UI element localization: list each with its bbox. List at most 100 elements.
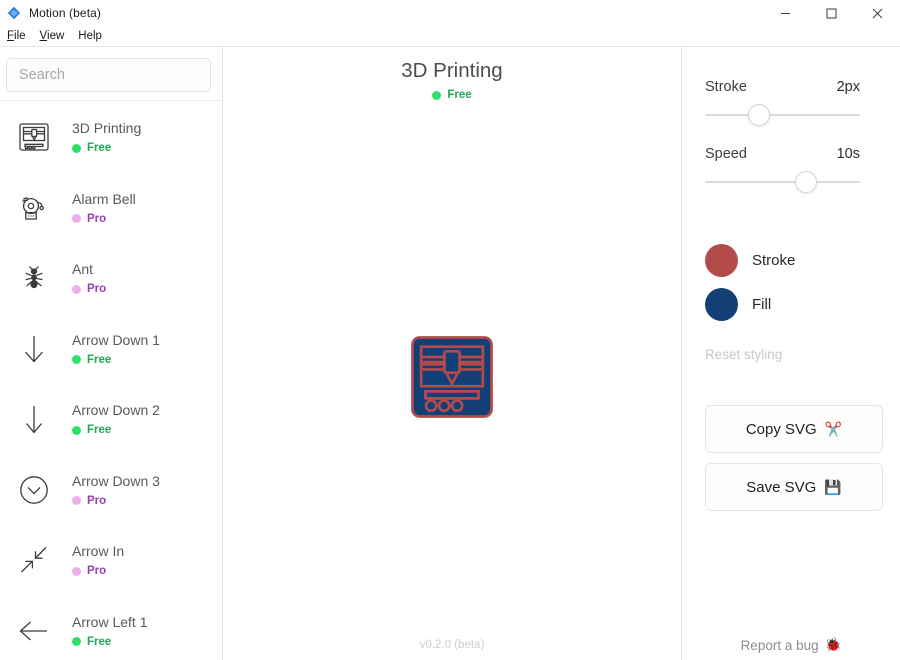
stroke-slider[interactable] (705, 104, 860, 126)
printer-3d-icon (10, 113, 58, 161)
menu-view-rest: iew (47, 30, 65, 42)
fill-color-row[interactable]: Fill (705, 288, 771, 321)
stroke-control: Stroke 2px (705, 79, 860, 126)
stroke-slider-track[interactable] (705, 114, 860, 116)
badge-label: Pro (87, 494, 107, 507)
speed-slider-track[interactable] (705, 181, 860, 183)
list-item-meta: Arrow In Pro (72, 543, 124, 577)
arrow-down-2-icon (10, 395, 58, 443)
icon-list[interactable]: 3D Printing Free Alarm Bell Pro Ant Pro … (0, 102, 222, 660)
minimize-button[interactable] (762, 0, 808, 26)
list-item-meta: Arrow Down 1 Free (72, 332, 160, 366)
list-item[interactable]: Ant Pro (0, 243, 222, 314)
list-item-name: Alarm Bell (72, 190, 136, 207)
app-window: Motion (beta) File View Help Search 3D P… (0, 0, 900, 660)
report-bug-link[interactable]: Report a bug 🐞 (682, 637, 900, 653)
alarm-bell-icon (10, 184, 58, 232)
list-item-name: Arrow In (72, 543, 125, 560)
status-badge: Free (72, 142, 141, 154)
list-item-meta: Arrow Down 3 Pro (72, 473, 160, 507)
badge-label: Pro (87, 212, 107, 225)
menu-help[interactable]: Help (71, 27, 109, 46)
list-item[interactable]: Alarm Bell Pro (0, 173, 222, 244)
badge-label: Free (87, 353, 112, 366)
page-title: 3D Printing (401, 59, 503, 82)
list-item-name: 3D Printing (72, 120, 142, 137)
status-badge: Pro (72, 495, 160, 507)
menu-help-label: Help (78, 30, 102, 42)
badge-dot-icon (72, 355, 81, 365)
stroke-color-swatch[interactable] (705, 244, 738, 277)
list-item-meta: Ant Pro (72, 261, 106, 295)
badge-label: Pro (87, 283, 107, 296)
list-item-name: Arrow Down 3 (72, 472, 160, 489)
badge-label: Free (447, 89, 472, 101)
speed-slider-label: Speed (705, 146, 747, 162)
badge-dot-icon (72, 496, 81, 506)
titlebar: Motion (beta) (0, 0, 900, 26)
styling-panel: Stroke 2px Speed 10s Stroke Fill Reset s… (682, 47, 900, 660)
copy-svg-button[interactable]: Copy SVG ✂️ (705, 405, 883, 453)
stroke-slider-value: 2px (836, 79, 860, 95)
list-item-name: Arrow Down 1 (72, 331, 160, 348)
list-item[interactable]: Arrow Down 3 Pro (0, 455, 222, 526)
copy-svg-label: Copy SVG (745, 420, 817, 438)
status-badge: Free (432, 89, 472, 101)
list-item-meta: 3D Printing Free (72, 120, 141, 154)
badge-dot-icon (72, 143, 81, 153)
reset-styling-link[interactable]: Reset styling (705, 347, 782, 362)
sidebar: 3D Printing Free (0, 47, 222, 660)
fill-color-label: Fill (752, 296, 772, 313)
menubar: File View Help (0, 27, 900, 46)
status-badge: Free (72, 424, 160, 436)
printer-3d-preview-icon (411, 336, 493, 418)
version-label: v0.2.0 (beta) (419, 639, 485, 651)
window-controls (762, 0, 900, 26)
search-input[interactable] (6, 58, 211, 92)
floppy-disk-icon: 💾 (824, 478, 842, 495)
save-svg-button[interactable]: Save SVG 💾 (705, 463, 883, 511)
preview-badge-wrap: Free (223, 89, 681, 101)
status-badge: Pro (72, 213, 136, 225)
menu-view[interactable]: View (33, 27, 72, 46)
speed-slider[interactable] (705, 171, 860, 193)
list-item-meta: Alarm Bell Pro (72, 191, 136, 225)
list-item[interactable]: Arrow Down 2 Free (0, 384, 222, 455)
list-item-name: Arrow Left 1 (72, 613, 148, 630)
badge-label: Free (87, 142, 112, 155)
badge-dot-icon (72, 637, 81, 647)
list-item[interactable]: Arrow In Pro (0, 525, 222, 596)
bug-icon: 🐞 (824, 637, 842, 652)
stroke-slider-thumb[interactable] (748, 104, 771, 126)
badge-dot-icon (72, 425, 81, 435)
maximize-button[interactable] (808, 0, 854, 26)
menu-file-rest: ile (14, 30, 26, 42)
preview-stage (223, 127, 681, 627)
status-badge: Free (72, 636, 147, 648)
status-badge: Pro (72, 283, 106, 295)
arrow-in-icon (10, 536, 58, 584)
speed-slider-thumb[interactable] (794, 171, 817, 193)
badge-label: Pro (87, 565, 107, 578)
window-title: Motion (beta) (29, 6, 101, 20)
stroke-color-row[interactable]: Stroke (705, 244, 795, 277)
list-item[interactable]: Arrow Left 1 Free (0, 596, 222, 660)
list-item[interactable]: Arrow Down 1 Free (0, 314, 222, 385)
fill-color-swatch[interactable] (705, 288, 738, 321)
list-item-name: Arrow Down 2 (72, 402, 160, 419)
list-item[interactable]: 3D Printing Free (0, 102, 222, 173)
arrow-left-1-icon (10, 607, 58, 655)
stroke-slider-label: Stroke (705, 79, 747, 95)
badge-dot-icon (72, 284, 81, 294)
list-item-meta: Arrow Left 1 Free (72, 614, 147, 648)
badge-dot-icon (72, 566, 81, 576)
status-badge: Pro (72, 565, 124, 577)
save-svg-label: Save SVG (746, 478, 817, 496)
close-button[interactable] (854, 0, 900, 26)
diamond-logo-icon (7, 6, 21, 20)
speed-control: Speed 10s (705, 146, 860, 193)
search-container (0, 47, 222, 101)
speed-control-head: Speed 10s (705, 146, 860, 162)
menu-file[interactable]: File (0, 27, 33, 46)
badge-label: Free (87, 424, 112, 437)
